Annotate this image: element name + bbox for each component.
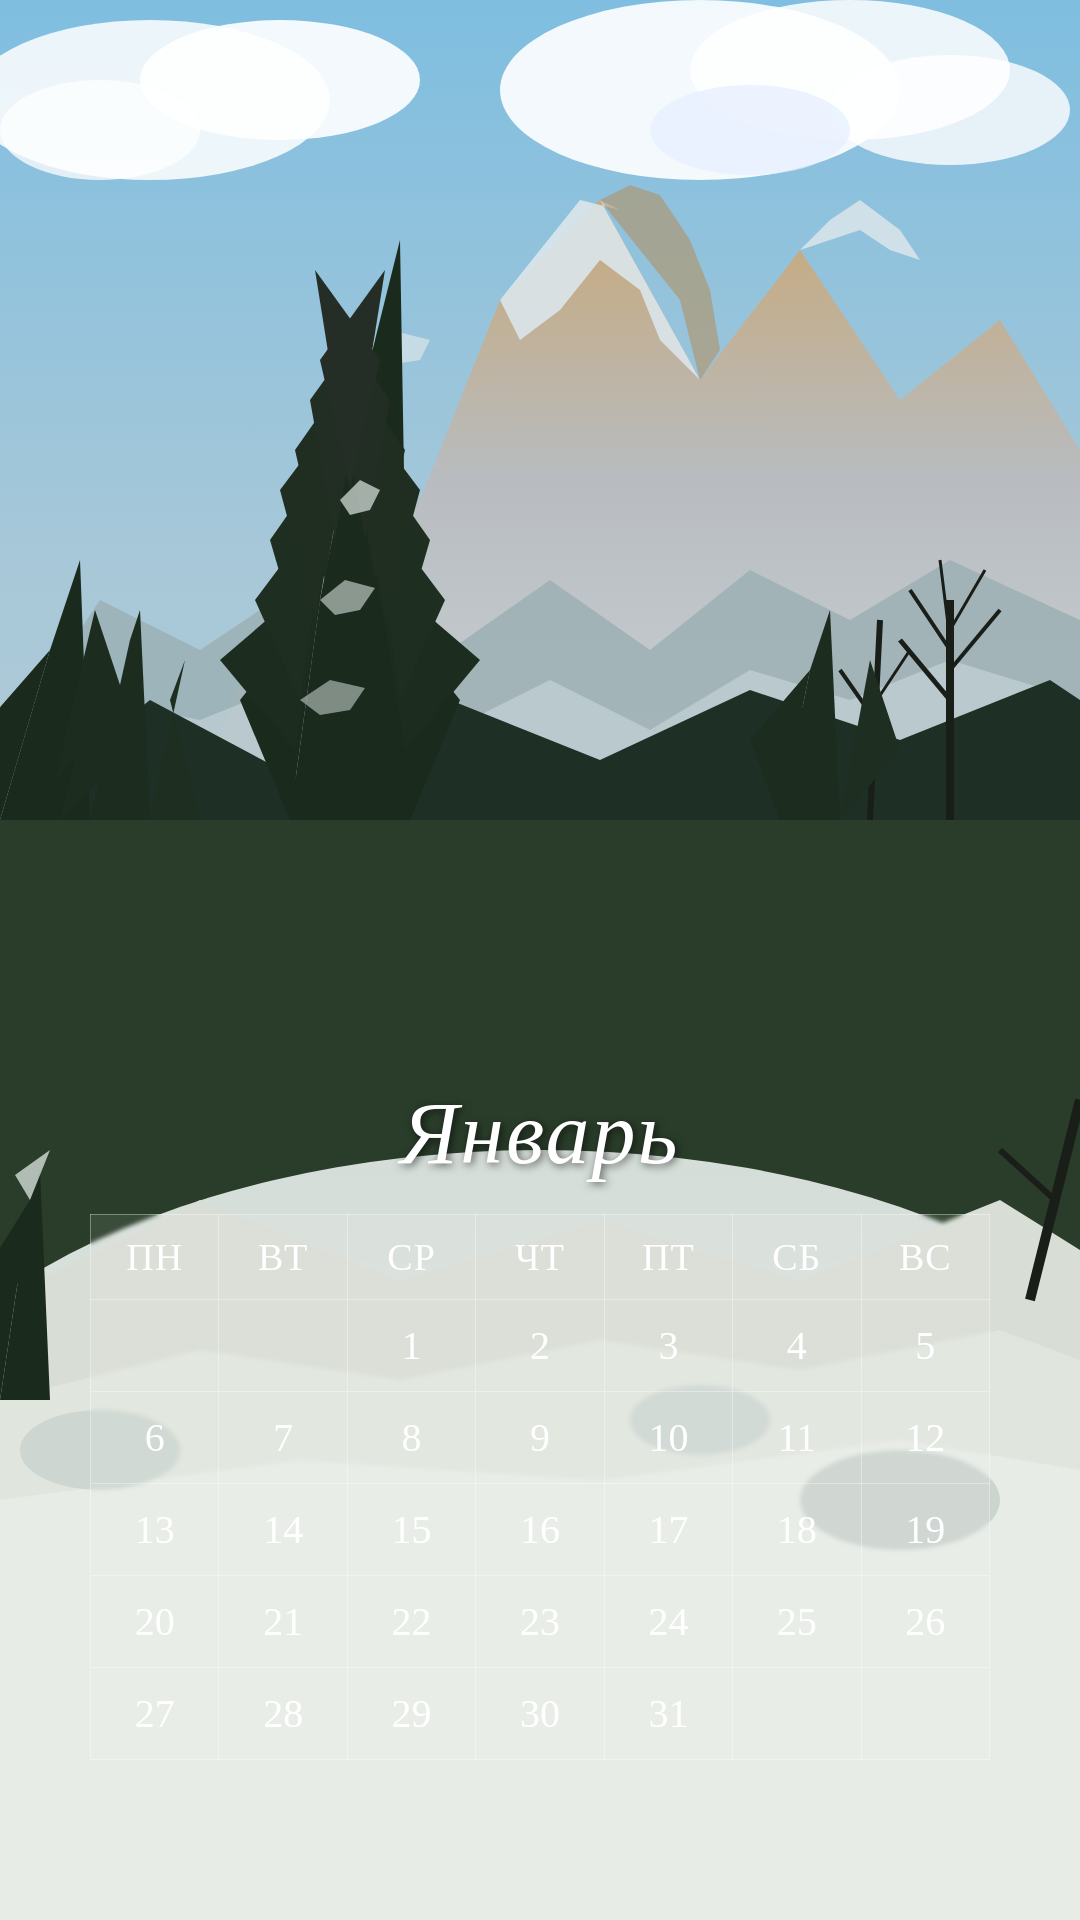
header-thu: ЧТ [476, 1215, 604, 1300]
calendar-day-cell: 19 [861, 1484, 989, 1576]
svg-point-3 [0, 80, 200, 180]
svg-point-6 [830, 55, 1070, 165]
calendar-day-cell: 13 [91, 1484, 219, 1576]
calendar-day-cell: 16 [476, 1484, 604, 1576]
calendar-day-cell: 10 [604, 1392, 732, 1484]
header-fri: ПТ [604, 1215, 732, 1300]
calendar-day-cell: 18 [733, 1484, 861, 1576]
calendar-day-cell: 1 [347, 1300, 475, 1392]
calendar-week-row: 12345 [91, 1300, 990, 1392]
calendar-table: ПН ВТ СР ЧТ ПТ СБ ВС 1234567891011121314… [90, 1214, 990, 1760]
calendar-day-cell: 27 [91, 1668, 219, 1760]
calendar-day-cell [91, 1300, 219, 1392]
header-wed: СР [347, 1215, 475, 1300]
month-title: Январь [90, 1083, 990, 1184]
calendar-day-cell: 4 [733, 1300, 861, 1392]
calendar-day-cell: 30 [476, 1668, 604, 1760]
calendar-day-cell: 28 [219, 1668, 347, 1760]
calendar-day-cell: 5 [861, 1300, 989, 1392]
calendar-day-cell: 24 [604, 1576, 732, 1668]
calendar-day-cell: 3 [604, 1300, 732, 1392]
calendar-week-row: 6789101112 [91, 1392, 990, 1484]
header-sun: ВС [861, 1215, 989, 1300]
calendar-day-cell: 20 [91, 1576, 219, 1668]
calendar-day-cell [219, 1300, 347, 1392]
calendar-day-cell: 17 [604, 1484, 732, 1576]
header-mon: ПН [91, 1215, 219, 1300]
calendar-day-cell: 29 [347, 1668, 475, 1760]
calendar-day-cell: 14 [219, 1484, 347, 1576]
calendar-week-row: 2728293031 [91, 1668, 990, 1760]
calendar-day-cell [733, 1668, 861, 1760]
calendar-day-cell: 9 [476, 1392, 604, 1484]
calendar-section: Январь ПН ВТ СР ЧТ ПТ СБ ВС 123456789101… [90, 1083, 990, 1760]
header-tue: ВТ [219, 1215, 347, 1300]
calendar-day-cell: 31 [604, 1668, 732, 1760]
calendar-day-cell: 22 [347, 1576, 475, 1668]
calendar-header-row: ПН ВТ СР ЧТ ПТ СБ ВС [91, 1215, 990, 1300]
calendar-day-cell: 23 [476, 1576, 604, 1668]
calendar-day-cell: 6 [91, 1392, 219, 1484]
calendar-day-cell: 21 [219, 1576, 347, 1668]
calendar-day-cell: 11 [733, 1392, 861, 1484]
svg-point-7 [650, 85, 850, 175]
calendar-day-cell: 15 [347, 1484, 475, 1576]
calendar-day-cell: 2 [476, 1300, 604, 1392]
header-sat: СБ [733, 1215, 861, 1300]
background: Январь ПН ВТ СР ЧТ ПТ СБ ВС 123456789101… [0, 0, 1080, 1920]
calendar-week-row: 13141516171819 [91, 1484, 990, 1576]
calendar-body: 1234567891011121314151617181920212223242… [91, 1300, 990, 1760]
calendar-week-row: 20212223242526 [91, 1576, 990, 1668]
calendar-day-cell [861, 1668, 989, 1760]
calendar-day-cell: 26 [861, 1576, 989, 1668]
calendar-day-cell: 25 [733, 1576, 861, 1668]
calendar-day-cell: 7 [219, 1392, 347, 1484]
calendar-day-cell: 12 [861, 1392, 989, 1484]
calendar-day-cell: 8 [347, 1392, 475, 1484]
